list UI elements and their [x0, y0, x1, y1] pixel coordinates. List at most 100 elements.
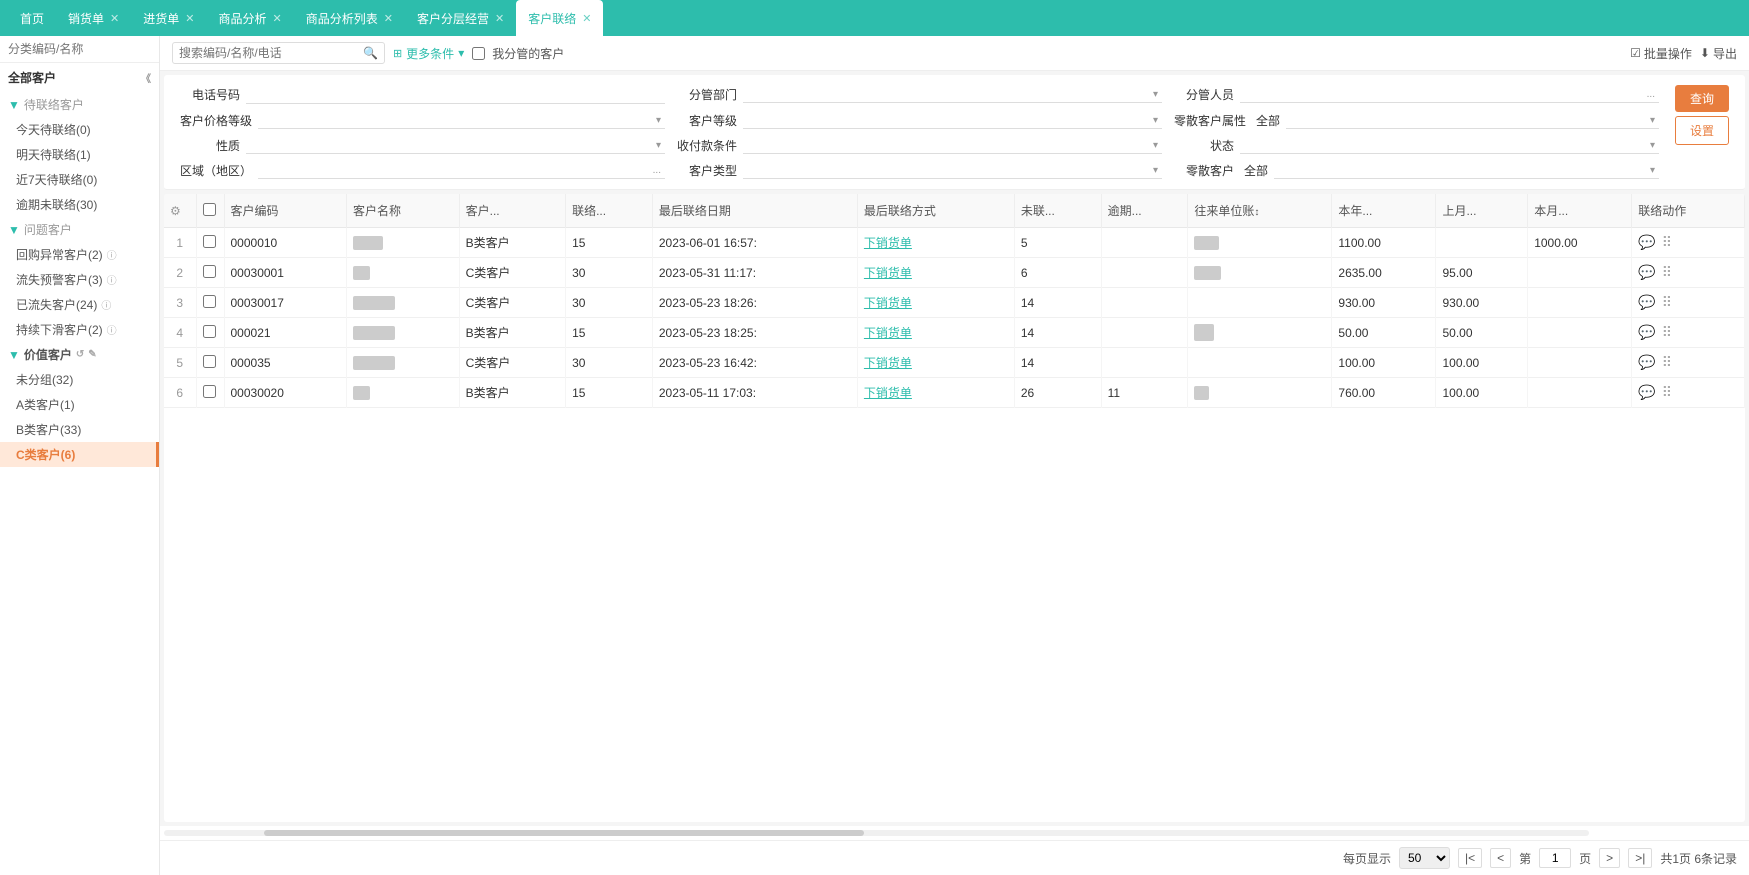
th-last-contact-date[interactable]: 最后联络日期 — [652, 194, 857, 228]
row-not-contacted: 14 — [1014, 288, 1101, 318]
sidebar-unclassified[interactable]: 未分组(32) — [0, 367, 159, 392]
sidebar-class-b[interactable]: B类客户(33) — [0, 417, 159, 442]
th-overdue[interactable]: 逾期... — [1101, 194, 1188, 228]
th-code[interactable]: 客户编码 — [224, 194, 347, 228]
th-last-contact-method[interactable]: 最后联络方式 — [857, 194, 1014, 228]
nav-customer-contact[interactable]: 客户联络 ✕ — [516, 0, 603, 36]
filter-region-select[interactable]: ... — [258, 163, 665, 179]
th-this-year[interactable]: 本年... — [1332, 194, 1436, 228]
sidebar-tomorrow-pending[interactable]: 明天待联络(1) — [0, 142, 159, 167]
filter-customer-level-select[interactable]: ▾ — [743, 113, 1162, 129]
sidebar-all-customers[interactable]: 全部客户 《 — [0, 63, 159, 92]
row-checkbox[interactable] — [196, 318, 224, 348]
th-not-contacted[interactable]: 未联... — [1014, 194, 1101, 228]
filter-dept-select[interactable]: ▾ — [743, 87, 1162, 103]
row-checkbox[interactable] — [196, 258, 224, 288]
th-name[interactable]: 客户名称 — [347, 194, 460, 228]
filter-price-level-select[interactable]: ▾ — [258, 113, 665, 129]
nav-product-analysis-close[interactable]: ✕ — [273, 12, 282, 25]
sidebar-class-c[interactable]: C类客户(6) — [0, 442, 159, 467]
sidebar-class-a[interactable]: A类客户(1) — [0, 392, 159, 417]
gear-icon[interactable]: ⚙ — [170, 204, 181, 218]
filter-retail-select[interactable]: ▾ — [1274, 163, 1659, 179]
row-last-method[interactable]: 下销货单 — [857, 348, 1014, 378]
chat-icon[interactable]: 💬 — [1638, 234, 1655, 251]
chat-icon[interactable]: 💬 — [1638, 294, 1655, 311]
th-last-month[interactable]: 上月... — [1436, 194, 1528, 228]
filter-status-select[interactable]: ▾ — [1240, 138, 1659, 154]
prev-page-btn[interactable]: < — [1490, 848, 1511, 868]
chat-icon[interactable]: 💬 — [1638, 264, 1655, 281]
chat-icon[interactable]: 💬 — [1638, 324, 1655, 341]
more-conditions-btn[interactable]: ⊞ 更多条件 ▾ — [393, 45, 464, 62]
sidebar-churn-warning[interactable]: 流失预警客户(3) ⓘ — [0, 267, 159, 292]
row-last-date: 2023-05-23 16:42: — [652, 348, 857, 378]
more-icon[interactable]: ⠿ — [1662, 384, 1672, 401]
row-checkbox[interactable] — [196, 288, 224, 318]
export-btn[interactable]: ⬇ 导出 — [1700, 45, 1737, 62]
more-icon[interactable]: ⠿ — [1662, 294, 1672, 311]
search-icon[interactable]: 🔍 — [363, 46, 378, 60]
filter-scatter-attr-select[interactable]: ▾ — [1286, 113, 1659, 129]
nav-product-list-close[interactable]: ✕ — [384, 12, 393, 25]
last-page-btn[interactable]: >| — [1628, 848, 1652, 868]
sidebar-value-refresh[interactable]: ↺ — [76, 349, 84, 360]
th-customer-type[interactable]: 客户... — [459, 194, 565, 228]
nav-home[interactable]: 首页 — [8, 0, 56, 36]
filter-nature-select[interactable]: ▾ — [246, 138, 665, 154]
row-checkbox[interactable] — [196, 348, 224, 378]
sidebar-abnormal-repurchase[interactable]: 回购异常客户(2) ⓘ — [0, 242, 159, 267]
my-customers-checkbox-label[interactable]: 我分管的客户 — [472, 45, 564, 62]
row-last-method[interactable]: 下销货单 — [857, 378, 1014, 408]
more-icon[interactable]: ⠿ — [1662, 234, 1672, 251]
sidebar-today-pending[interactable]: 今天待联络(0) — [0, 117, 159, 142]
select-all-checkbox[interactable] — [203, 203, 216, 216]
nav-sales-close[interactable]: ✕ — [110, 12, 119, 25]
row-last-method[interactable]: 下销货单 — [857, 318, 1014, 348]
row-last-method[interactable]: 下销货单 — [857, 258, 1014, 288]
nav-product-analysis[interactable]: 商品分析 ✕ — [206, 0, 293, 36]
th-this-month[interactable]: 本月... — [1528, 194, 1632, 228]
more-icon[interactable]: ⠿ — [1662, 354, 1672, 371]
sidebar-search-input[interactable] — [8, 42, 160, 56]
nav-customer-contact-close[interactable]: ✕ — [582, 12, 591, 25]
filter-phone-input[interactable] — [246, 85, 665, 104]
row-last-method[interactable]: 下销货单 — [857, 228, 1014, 258]
th-gear[interactable]: ⚙ — [164, 194, 196, 228]
per-page-select[interactable]: 50 100 200 — [1399, 847, 1450, 869]
nav-customer-segment[interactable]: 客户分层经营 ✕ — [405, 0, 516, 36]
th-contact-count[interactable]: 联络... — [566, 194, 653, 228]
nav-customer-segment-close[interactable]: ✕ — [495, 12, 504, 25]
query-button[interactable]: 查询 — [1675, 85, 1729, 112]
my-customers-checkbox[interactable] — [472, 47, 485, 60]
sidebar-7day-pending[interactable]: 近7天待联络(0) — [0, 167, 159, 192]
row-last-method[interactable]: 下销货单 — [857, 288, 1014, 318]
sidebar-churned[interactable]: 已流失客户(24) ⓘ — [0, 292, 159, 317]
th-checkbox[interactable] — [196, 194, 224, 228]
search-input[interactable] — [179, 46, 359, 60]
set-button[interactable]: 设置 — [1675, 116, 1729, 145]
nav-purchase-close[interactable]: ✕ — [185, 12, 194, 25]
th-account[interactable]: 往来单位账↕ — [1188, 194, 1332, 228]
sidebar-overdue-contact[interactable]: 逾期未联络(30) — [0, 192, 159, 217]
row-checkbox[interactable] — [196, 228, 224, 258]
nav-product-list[interactable]: 商品分析列表 ✕ — [294, 0, 405, 36]
sidebar-declining[interactable]: 持续下滑客户(2) ⓘ — [0, 317, 159, 342]
row-checkbox[interactable] — [196, 378, 224, 408]
chat-icon[interactable]: 💬 — [1638, 354, 1655, 371]
nav-sales[interactable]: 销货单 ✕ — [56, 0, 131, 36]
more-icon[interactable]: ⠿ — [1662, 324, 1672, 341]
first-page-btn[interactable]: |< — [1458, 848, 1482, 868]
filter-customer-type-select[interactable]: ▾ — [743, 163, 1162, 179]
filter-manager-select[interactable]: ... — [1240, 87, 1659, 103]
bulk-op-btn[interactable]: ☑ 批量操作 — [1630, 45, 1692, 62]
next-page-btn[interactable]: > — [1599, 848, 1620, 868]
nav-purchase[interactable]: 进货单 ✕ — [131, 0, 206, 36]
filter-price-level-label: 客户价格等级 — [180, 112, 252, 129]
more-icon[interactable]: ⠿ — [1662, 264, 1672, 281]
page-input[interactable] — [1539, 848, 1571, 868]
filter-payment-select[interactable]: ▾ — [743, 138, 1162, 154]
chat-icon[interactable]: 💬 — [1638, 384, 1655, 401]
scrollbar-thumb[interactable] — [264, 830, 864, 836]
sidebar-value-edit[interactable]: ✎ — [88, 349, 96, 360]
